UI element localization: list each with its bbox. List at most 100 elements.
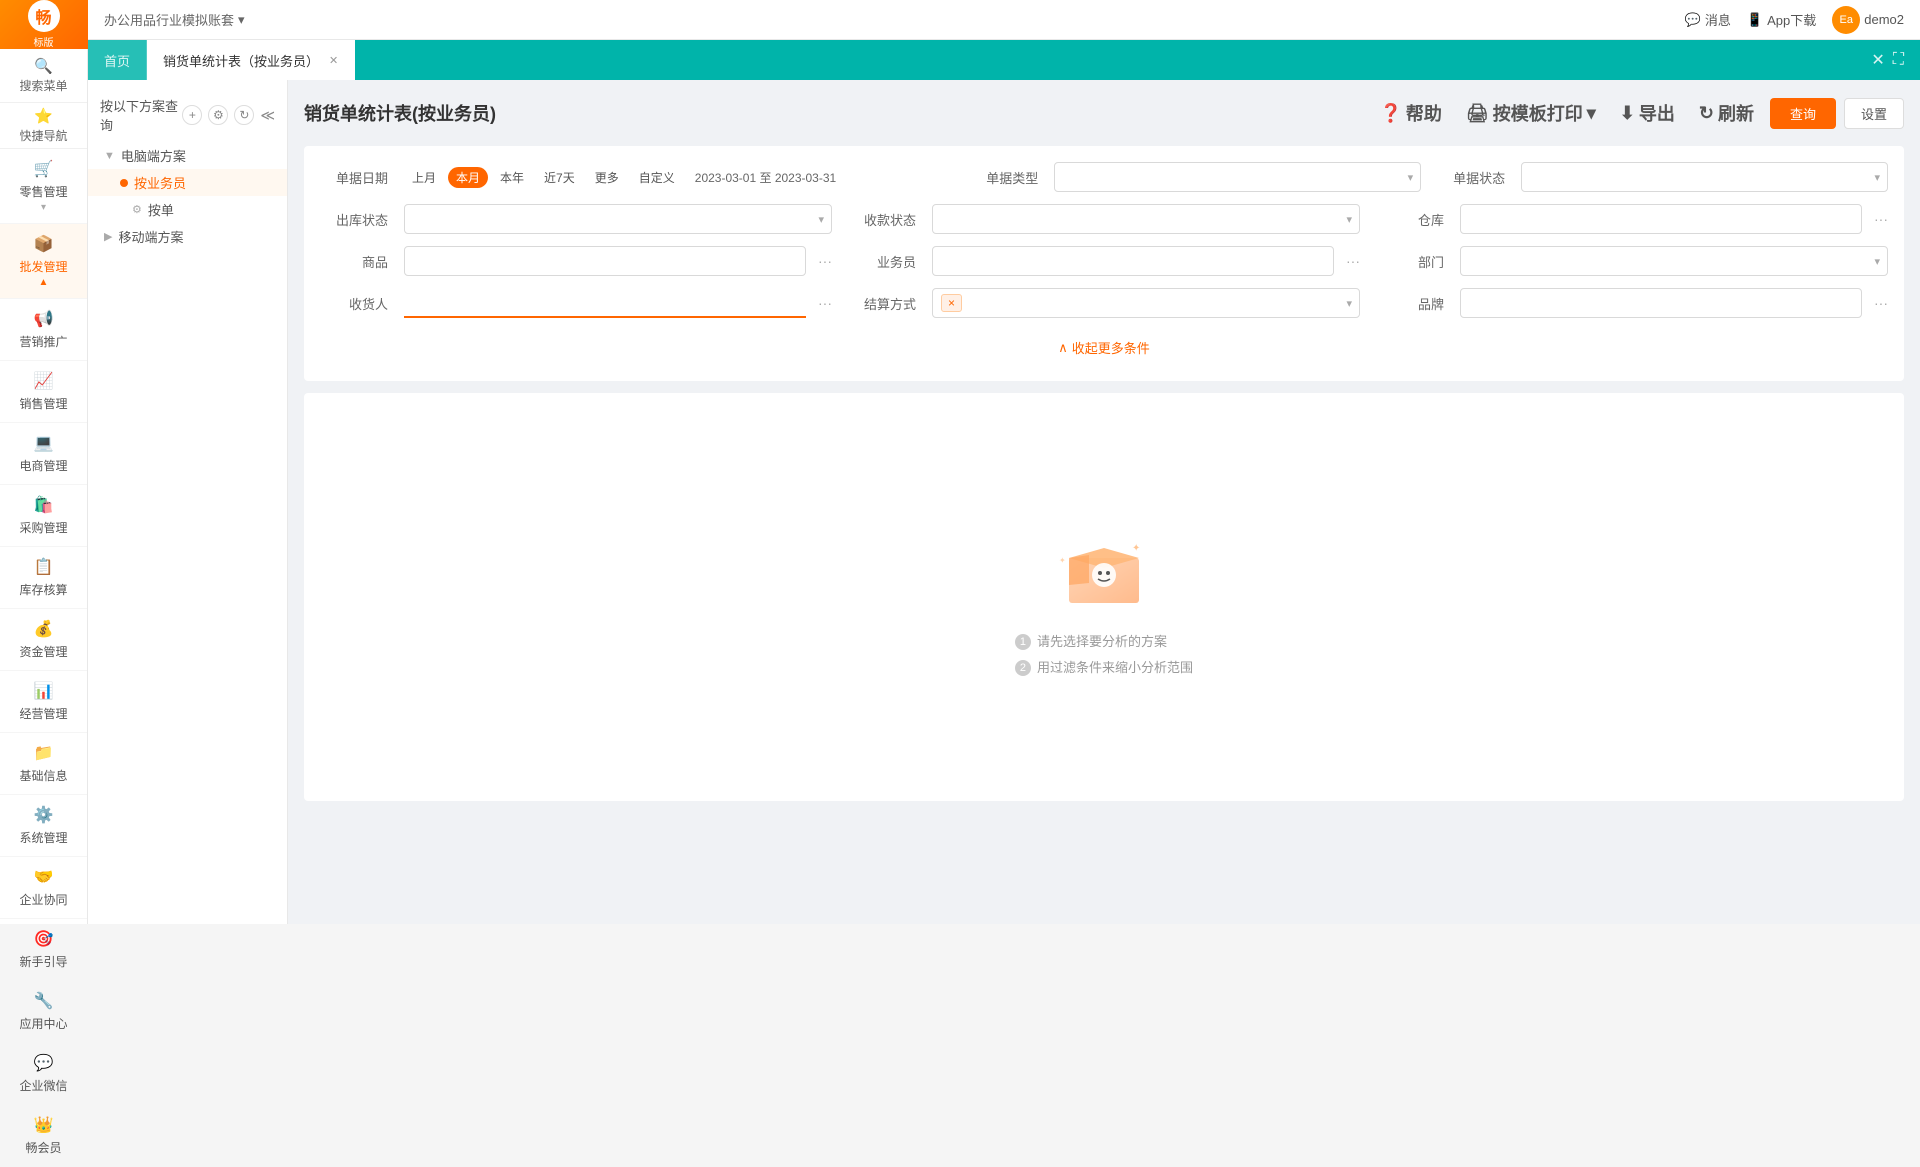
app-download-button[interactable]: 📱 App下载 — [1747, 10, 1816, 29]
receiver-input[interactable] — [404, 288, 806, 318]
empty-state-illustration: ✦ ✦ — [1044, 513, 1164, 613]
tab-close-icon[interactable]: ✕ — [329, 54, 338, 67]
last7-btn[interactable]: 近7天 — [536, 167, 583, 188]
settlement-field[interactable]: × ▾ — [932, 288, 1360, 318]
sidebar-item-retail[interactable]: 🛒 零售管理 ▾ — [0, 149, 87, 224]
message-button[interactable]: 💬 消息 — [1685, 10, 1731, 29]
tab-sales-stat-label: 销货单统计表（按业务员） — [163, 51, 319, 70]
tab-home[interactable]: 首页 — [88, 40, 147, 80]
refresh-button[interactable]: ↻ 刷新 — [1691, 96, 1762, 130]
out-status-select[interactable] — [404, 204, 832, 234]
brand-field: ··· — [1460, 288, 1888, 318]
sidebar-item-marketing[interactable]: 📢 营销推广 — [0, 299, 87, 361]
settlement-select[interactable]: × — [932, 288, 1360, 318]
brand-more-icon[interactable]: ··· — [1874, 295, 1888, 311]
sidebar-item-ecommerce[interactable]: 💻 电商管理 — [0, 423, 87, 485]
goods-label: 商品 — [320, 252, 388, 271]
system-icon: ⚙️ — [34, 805, 54, 825]
salesperson-input[interactable] — [932, 246, 1334, 276]
collapse-panel-button[interactable]: ≪ — [260, 107, 275, 124]
payment-status-field[interactable]: ▾ — [932, 204, 1360, 234]
sidebar-item-system[interactable]: ⚙️ 系统管理 — [0, 795, 87, 857]
brand-input[interactable] — [1460, 288, 1862, 318]
settings-button[interactable]: 设置 — [1844, 98, 1904, 129]
payment-status-select[interactable] — [932, 204, 1360, 234]
sidebar-item-basic[interactable]: 📁 基础信息 — [0, 733, 87, 795]
settings-icon: ⚙ — [213, 108, 224, 122]
department-field[interactable]: ▾ — [1460, 246, 1888, 276]
query-button[interactable]: 查询 — [1770, 98, 1836, 129]
date-label: 单据日期 — [320, 168, 388, 187]
sidebar-item-wechat[interactable]: 💬 企业微信 — [0, 1043, 87, 1105]
basic-icon: 📁 — [34, 743, 54, 763]
goods-more-icon[interactable]: ··· — [818, 253, 832, 269]
this-year-btn[interactable]: 本年 — [492, 167, 532, 188]
main-area: 办公用品行业模拟账套 ▾ 💬 消息 📱 App下载 Ea demo2 首页 — [88, 0, 1920, 924]
tree-sub-by-order[interactable]: ⚙ 按单 — [88, 196, 287, 223]
inventory-icon: 📋 — [34, 557, 54, 577]
sidebar-item-member[interactable]: 👑 畅会员 — [0, 1105, 87, 1167]
left-panel-header: 按以下方案查询 + ⚙ ↻ ≪ — [88, 92, 287, 142]
wholesale-icon: 📦 — [34, 234, 54, 254]
add-icon: + — [189, 108, 196, 122]
sidebar-item-enterprise[interactable]: 🤝 企业协同 — [0, 857, 87, 919]
settings-plan-button[interactable]: ⚙ — [208, 105, 228, 125]
out-status-field[interactable]: ▾ — [404, 204, 832, 234]
settlement-tag-close[interactable]: × — [948, 296, 955, 310]
right-panel: 销货单统计表(按业务员) ❓ 帮助 🖨 按模板打印 ▾ ⬇ 导出 — [288, 80, 1920, 924]
export-button[interactable]: ⬇ 导出 — [1612, 96, 1683, 130]
custom-btn[interactable]: 自定义 — [631, 167, 683, 188]
tree-arrow-right-icon: ▶ — [104, 230, 112, 243]
content-area: 按以下方案查询 + ⚙ ↻ ≪ — [88, 80, 1920, 924]
sidebar-item-purchase[interactable]: 🛍️ 采购管理 — [0, 485, 87, 547]
salesperson-more-icon[interactable]: ··· — [1346, 253, 1360, 269]
help-button[interactable]: ❓ 帮助 — [1371, 96, 1449, 130]
warehouse-more-icon[interactable]: ··· — [1874, 211, 1888, 227]
tree-node-pc-plan[interactable]: ▼ 电脑端方案 — [88, 142, 287, 169]
goods-field: ··· — [404, 246, 832, 276]
sidebar-item-inventory[interactable]: 📋 库存核算 — [0, 547, 87, 609]
sidebar-item-apps[interactable]: 🔧 应用中心 — [0, 981, 87, 1043]
doc-type-select[interactable] — [1054, 162, 1421, 192]
page-title-actions: ❓ 帮助 🖨 按模板打印 ▾ ⬇ 导出 ↻ 刷新 — [1371, 96, 1904, 130]
sidebar-item-wholesale[interactable]: 📦 批发管理 ▲ — [0, 224, 87, 299]
doc-status-field[interactable]: ▾ — [1521, 162, 1888, 192]
sidebar-item-sales[interactable]: 📈 销售管理 — [0, 361, 87, 423]
sidebar-item-guide[interactable]: 🎯 新手引导 — [0, 919, 87, 981]
receiver-field: ··· — [404, 288, 832, 318]
breadcrumb-dropdown[interactable]: 办公用品行业模拟账套 ▾ — [104, 10, 245, 29]
last-month-btn[interactable]: 上月 — [404, 167, 444, 188]
date-field: 上月 本月 本年 近7天 更多 自定义 2023-03-01 至 2023-03… — [404, 167, 954, 188]
template-print-button[interactable]: 🖨 按模板打印 ▾ — [1458, 96, 1604, 130]
goods-input[interactable] — [404, 246, 806, 276]
wechat-icon: 💬 — [34, 1053, 54, 1073]
tree-node-mobile-plan[interactable]: ▶ 移动端方案 — [88, 223, 287, 250]
sidebar-search[interactable]: 🔍 搜索菜单 — [0, 49, 87, 103]
export-icon: ⬇ — [1620, 103, 1635, 124]
refresh-plan-button[interactable]: ↻ — [234, 105, 254, 125]
more-btn[interactable]: 更多 — [587, 167, 627, 188]
this-month-btn[interactable]: 本月 — [448, 167, 488, 188]
receiver-more-icon[interactable]: ··· — [818, 295, 832, 311]
department-select[interactable] — [1460, 246, 1888, 276]
tree-child-by-salesperson[interactable]: 按业务员 — [88, 169, 287, 196]
doc-type-field[interactable]: ▾ — [1054, 162, 1421, 192]
print-icon: 🖨 — [1466, 103, 1489, 124]
add-plan-button[interactable]: + — [182, 105, 202, 125]
tip-num-2: 2 — [1015, 660, 1031, 676]
member-icon: 👑 — [34, 1115, 54, 1135]
collapse-more-button[interactable]: ∧ 收起更多条件 — [320, 330, 1888, 365]
refresh-icon: ↻ — [1699, 103, 1714, 124]
empty-state: ✦ ✦ 1 请先选择要分析的方案 2 用过滤条件来缩小分析范围 — [304, 433, 1904, 761]
sidebar-quick-nav[interactable]: ⭐ 快捷导航 — [0, 103, 87, 149]
page-title-row: 销货单统计表(按业务员) ❓ 帮助 🖨 按模板打印 ▾ ⬇ 导出 — [304, 96, 1904, 130]
tab-maximize-icon[interactable]: ⛶ — [1893, 51, 1904, 69]
sidebar-item-operations[interactable]: 📊 经营管理 — [0, 671, 87, 733]
tab-close-window-icon[interactable]: ✕ — [1871, 50, 1884, 70]
warehouse-input[interactable] — [1460, 204, 1862, 234]
doc-status-select[interactable] — [1521, 162, 1888, 192]
tab-sales-stat[interactable]: 销货单统计表（按业务员） ✕ — [147, 40, 355, 80]
logo[interactable]: 畅 标版 — [0, 0, 88, 49]
user-profile[interactable]: Ea demo2 — [1832, 6, 1904, 34]
sidebar-item-finance[interactable]: 💰 资金管理 — [0, 609, 87, 671]
